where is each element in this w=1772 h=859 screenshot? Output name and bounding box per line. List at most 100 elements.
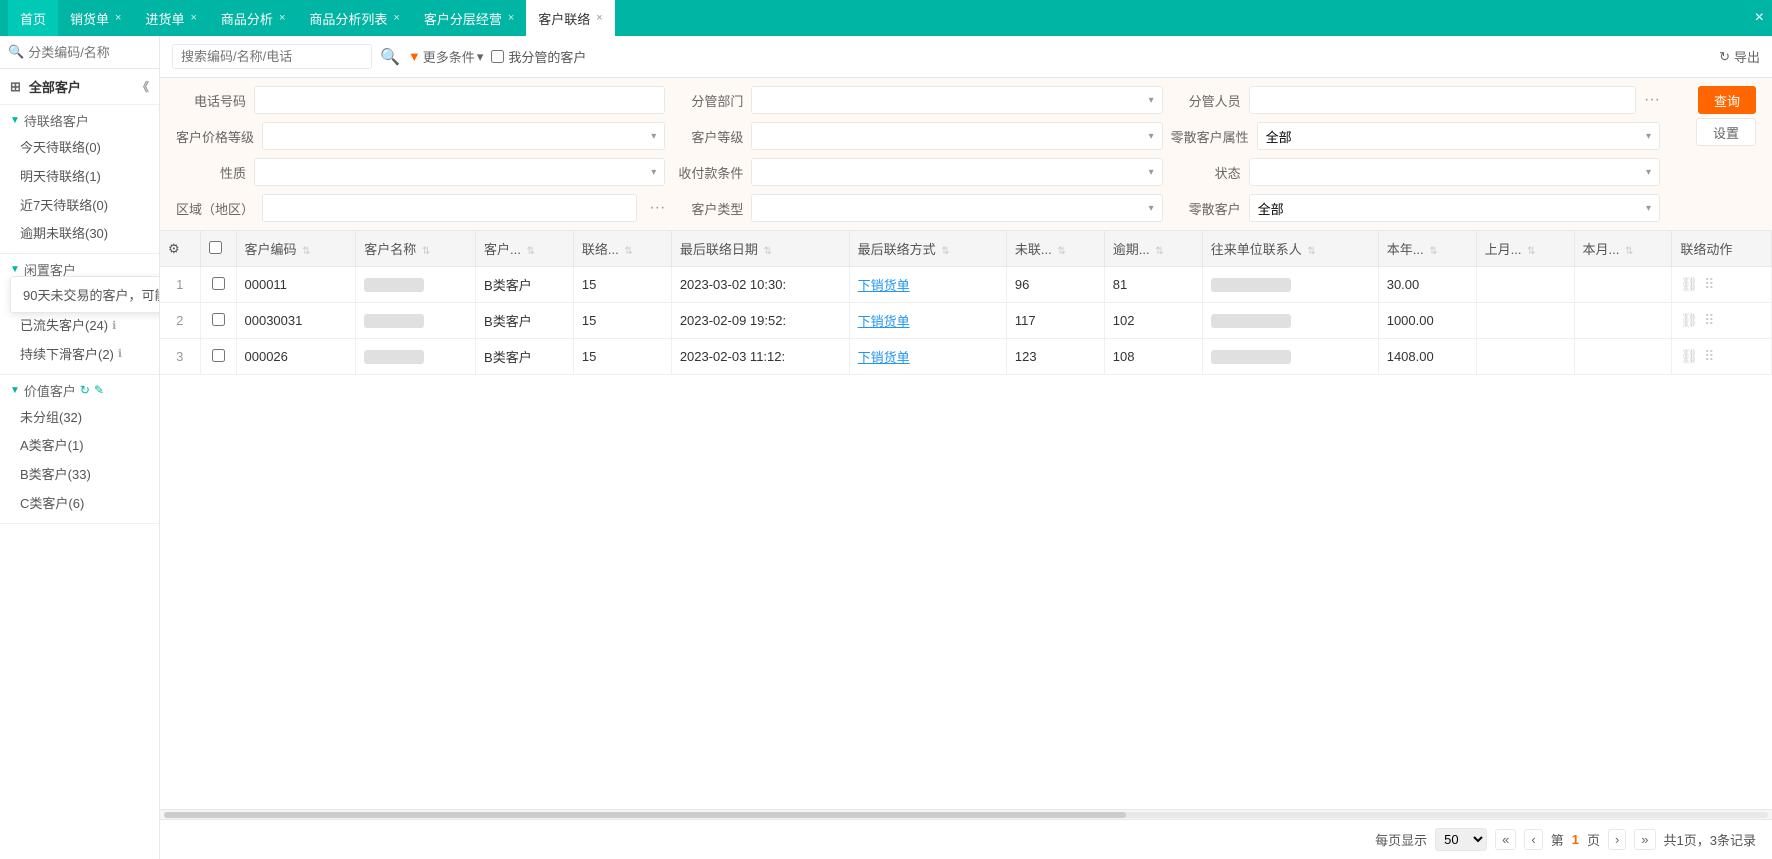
- filter-more-icon-manager[interactable]: ···: [1644, 91, 1660, 109]
- sidebar-search-input[interactable]: [28, 45, 160, 60]
- sidebar-section-title-value[interactable]: ▼ 价值客户 ↻ ✎: [0, 375, 159, 404]
- customer-contact-tab-close[interactable]: ×: [596, 12, 602, 24]
- row-action-3: ⛓ ⠿: [1672, 339, 1772, 375]
- nav-tab-home[interactable]: 首页: [8, 0, 58, 36]
- sort-icon-name[interactable]: ⇅: [422, 246, 430, 257]
- row-last-method-2[interactable]: 下销货单: [849, 303, 1006, 339]
- action-icon-link-3[interactable]: ⛓: [1680, 348, 1698, 365]
- content-area: 🔍 ▼ 更多条件 ▾ 我分管的客户 ↻ 导出: [160, 36, 1772, 859]
- prev-page-button[interactable]: ‹: [1524, 829, 1542, 850]
- sort-icon-type[interactable]: ⇅: [527, 246, 535, 257]
- th-checkbox[interactable]: [200, 231, 236, 267]
- row-last-method-3[interactable]: 下销货单: [849, 339, 1006, 375]
- action-icon-link-2[interactable]: ⛓: [1680, 312, 1698, 329]
- sidebar-item-tomorrow[interactable]: 明天待联络(1): [0, 163, 159, 192]
- sidebar-item-ungrouped[interactable]: 未分组(32): [0, 404, 159, 433]
- product-analysis-tab-close[interactable]: ×: [279, 12, 285, 24]
- sales-tab-close[interactable]: ×: [115, 12, 121, 24]
- sales-tab-label: 销货单: [70, 9, 109, 28]
- nav-tab-sales[interactable]: 销货单 ×: [58, 0, 133, 36]
- value-section-refresh[interactable]: ↻: [80, 383, 90, 397]
- advanced-filter-panel: 电话号码 分管部门 ▾ 分管人员: [160, 78, 1772, 231]
- filter-select-nature[interactable]: ▾: [254, 158, 665, 186]
- filter-select-manager[interactable]: [1249, 86, 1636, 114]
- sort-icon-last-method[interactable]: ⇅: [941, 246, 949, 257]
- customer-tier-tab-close[interactable]: ×: [508, 12, 514, 24]
- my-customers-filter[interactable]: 我分管的客户: [491, 47, 586, 66]
- per-page-select[interactable]: 50 100 200: [1435, 828, 1487, 851]
- row-last-method-1[interactable]: 下销货单: [849, 267, 1006, 303]
- th-overdue: 逾期... ⇅: [1104, 231, 1202, 267]
- row-checkbox-1[interactable]: [200, 267, 236, 303]
- filter-input-phone[interactable]: [254, 86, 665, 114]
- sort-icon-this-month[interactable]: ⇅: [1625, 246, 1633, 257]
- row-contact-person-2: [1202, 303, 1378, 339]
- sort-icon-code[interactable]: ⇅: [302, 246, 310, 257]
- sort-icon-contact-person[interactable]: ⇅: [1307, 246, 1315, 257]
- scroll-track[interactable]: [164, 812, 1768, 818]
- my-customers-checkbox[interactable]: [491, 50, 504, 63]
- window-close-button[interactable]: ×: [1755, 9, 1764, 27]
- sort-icon-this-year[interactable]: ⇅: [1429, 246, 1437, 257]
- action-icon-menu-1[interactable]: ⠿: [1704, 276, 1714, 293]
- th-last-month-label: 上月...: [1485, 242, 1522, 257]
- nav-tab-purchase[interactable]: 进货单 ×: [133, 0, 208, 36]
- sidebar-item-declining[interactable]: 持续下滑客户(2) ℹ: [0, 341, 159, 370]
- filter-search-button[interactable]: 🔍: [380, 47, 400, 67]
- filter-select-status[interactable]: ▾: [1249, 158, 1660, 186]
- scroll-thumb[interactable]: [164, 812, 1126, 818]
- nav-tab-customer-tier[interactable]: 客户分层经营 ×: [412, 0, 526, 36]
- purchase-tab-close[interactable]: ×: [190, 12, 196, 24]
- th-last-month: 上月... ⇅: [1476, 231, 1574, 267]
- nav-tab-product-list[interactable]: 商品分析列表 ×: [297, 0, 411, 36]
- product-list-tab-close[interactable]: ×: [393, 12, 399, 24]
- settings-button[interactable]: 设置: [1696, 118, 1756, 146]
- query-button[interactable]: 查询: [1698, 86, 1756, 114]
- sidebar-item-c-class[interactable]: C类客户(6): [0, 490, 159, 519]
- sidebar-all-customers[interactable]: ⊞ 全部客户 《: [0, 69, 159, 105]
- nav-tab-product-analysis[interactable]: 商品分析 ×: [209, 0, 297, 36]
- sidebar-item-churned[interactable]: 已流失客户(24) ℹ: [0, 312, 159, 341]
- first-page-button[interactable]: «: [1495, 829, 1516, 850]
- row-checkbox-2[interactable]: [200, 303, 236, 339]
- export-button[interactable]: ↻ 导出: [1719, 47, 1760, 66]
- row-name-1: [356, 267, 476, 303]
- sort-icon-overdue[interactable]: ⇅: [1155, 246, 1163, 257]
- sidebar-item-b-class[interactable]: B类客户(33): [0, 461, 159, 490]
- sort-icon-contact-count[interactable]: ⇅: [624, 246, 632, 257]
- last-page-button[interactable]: »: [1634, 829, 1655, 850]
- sidebar-collapse-icon[interactable]: 《: [137, 78, 149, 95]
- filter-select-customer-type[interactable]: ▾: [751, 194, 1162, 222]
- filter-select-dept[interactable]: ▾: [751, 86, 1162, 114]
- horizontal-scrollbar[interactable]: [160, 809, 1772, 819]
- sort-icon-last-month[interactable]: ⇅: [1527, 246, 1535, 257]
- filter-select-price-level[interactable]: ▾: [262, 122, 665, 150]
- sort-icon-uncontacted[interactable]: ⇅: [1057, 246, 1065, 257]
- value-section-edit[interactable]: ✎: [94, 383, 104, 397]
- row-action-2: ⛓ ⠿: [1672, 303, 1772, 339]
- column-settings-icon[interactable]: ⚙: [168, 241, 180, 256]
- filter-select-zero-attr[interactable]: 全部 ▾: [1257, 122, 1660, 150]
- filter-select-customer-level[interactable]: ▾: [751, 122, 1162, 150]
- th-this-month-label: 本月...: [1583, 242, 1620, 257]
- sidebar-item-overdue[interactable]: 逾期未联络(30): [0, 220, 159, 249]
- action-icon-link-1[interactable]: ⛓: [1680, 276, 1698, 293]
- filter-search-input[interactable]: [172, 44, 372, 69]
- th-settings[interactable]: ⚙: [160, 231, 200, 267]
- sidebar-section-title-pending[interactable]: ▼ 待联络客户: [0, 105, 159, 134]
- select-all-checkbox[interactable]: [209, 241, 222, 254]
- sort-icon-last-date[interactable]: ⇅: [763, 246, 771, 257]
- filter-select-zero-customer[interactable]: 全部 ▾: [1249, 194, 1660, 222]
- action-icon-menu-2[interactable]: ⠿: [1704, 312, 1714, 329]
- next-page-button[interactable]: ›: [1608, 829, 1626, 850]
- filter-more-conditions-button[interactable]: ▼ 更多条件 ▾: [408, 47, 483, 66]
- row-checkbox-3[interactable]: [200, 339, 236, 375]
- filter-select-payment[interactable]: ▾: [751, 158, 1162, 186]
- sidebar-item-a-class[interactable]: A类客户(1): [0, 432, 159, 461]
- action-icon-menu-3[interactable]: ⠿: [1704, 348, 1714, 365]
- nav-tab-customer-contact[interactable]: 客户联络 ×: [526, 0, 614, 36]
- sidebar-item-7days[interactable]: 近7天待联络(0): [0, 192, 159, 221]
- sidebar-item-today[interactable]: 今天待联络(0): [0, 134, 159, 163]
- filter-more-icon-region[interactable]: ···: [649, 199, 665, 217]
- filter-input-region[interactable]: [262, 194, 637, 222]
